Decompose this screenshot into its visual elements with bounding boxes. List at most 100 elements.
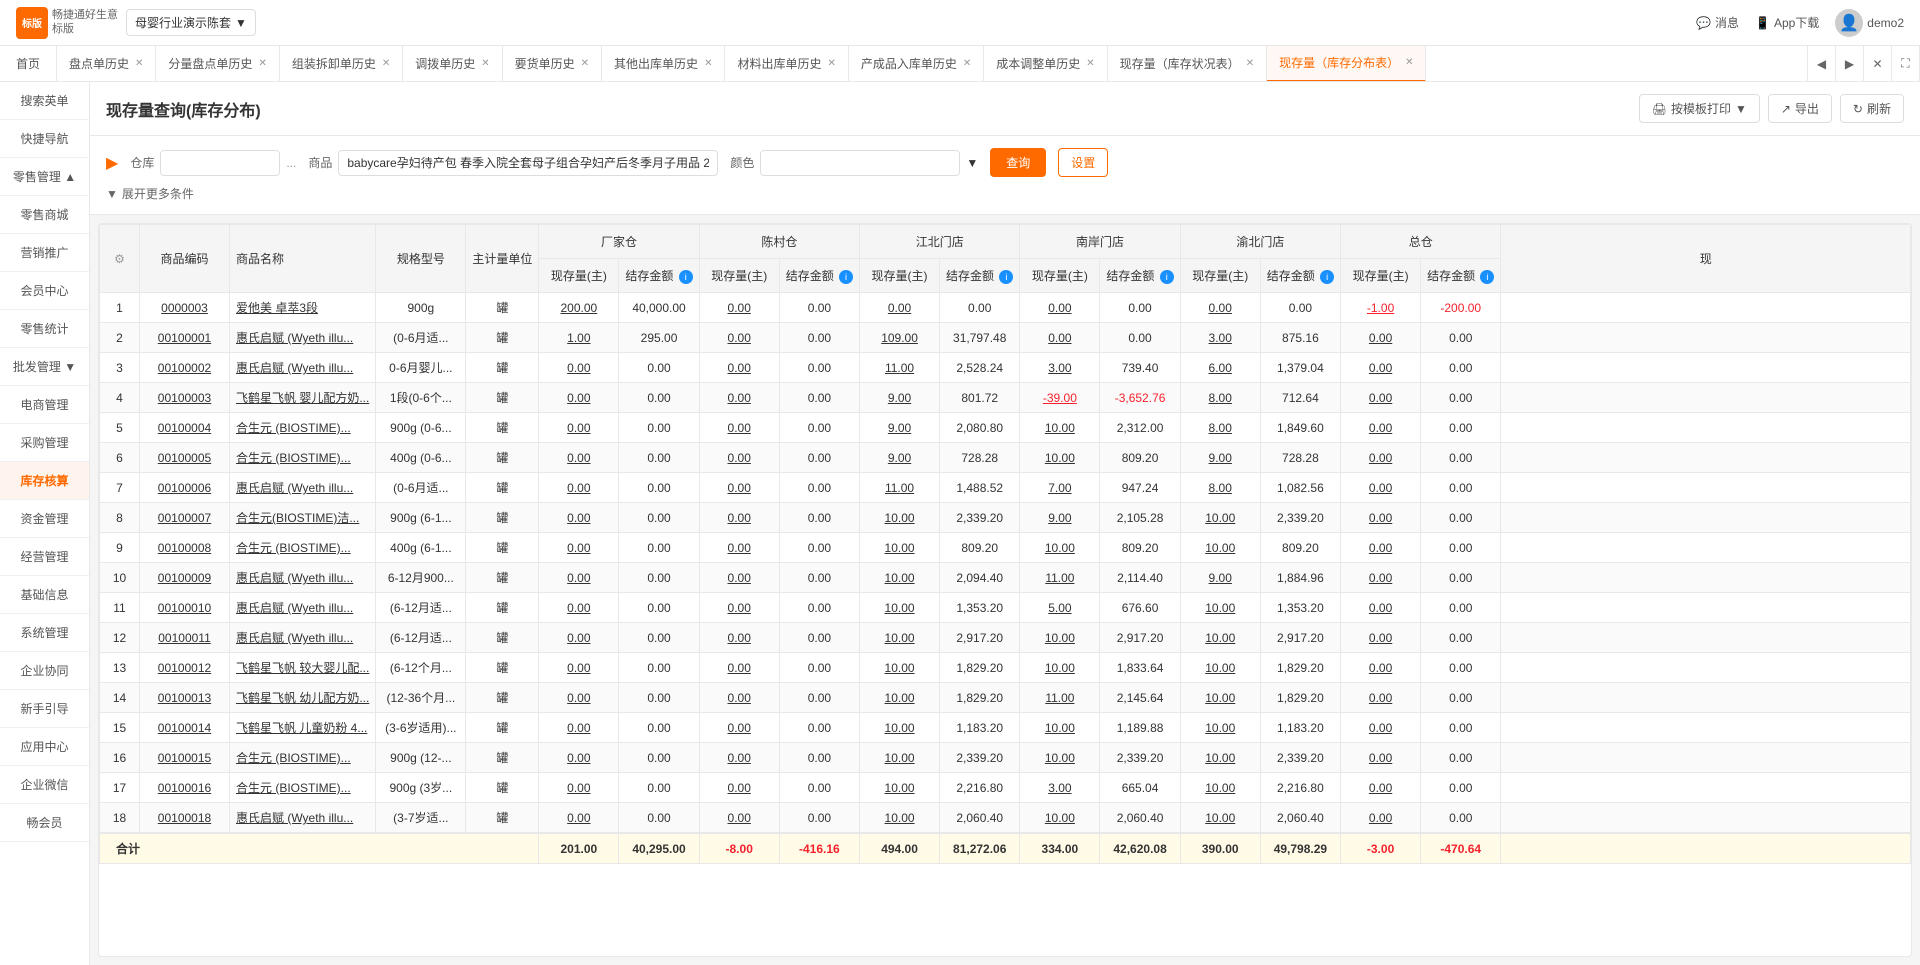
close-icon[interactable]: ✕ (1246, 58, 1254, 69)
cell-jb-stock[interactable]: 10.00 (860, 503, 940, 533)
refresh-btn[interactable]: ↻ 刷新 (1840, 94, 1904, 123)
cell-t-stock[interactable]: 0.00 (1341, 743, 1421, 773)
close-icon[interactable]: ✕ (704, 58, 712, 69)
tab-prev-btn[interactable]: ◀ (1808, 46, 1836, 82)
cell-c-stock[interactable]: 0.00 (699, 473, 779, 503)
cell-f-stock[interactable]: 0.00 (539, 653, 619, 683)
cell-yb-stock[interactable]: 9.00 (1180, 443, 1260, 473)
cell-name[interactable]: 惠氏启赋 (Wyeth illu... (230, 803, 376, 834)
cell-c-stock[interactable]: 0.00 (699, 383, 779, 413)
message-btn[interactable]: 💬 消息 (1696, 14, 1739, 31)
close-icon[interactable]: ✕ (581, 58, 589, 69)
cell-c-stock[interactable]: 0.00 (699, 443, 779, 473)
tab-fullscreen-btn[interactable]: ⛶ (1892, 46, 1920, 82)
cell-yb-stock[interactable]: 6.00 (1180, 353, 1260, 383)
cell-na-stock[interactable]: 11.00 (1020, 563, 1100, 593)
cell-yb-stock[interactable]: 10.00 (1180, 593, 1260, 623)
cell-jb-stock[interactable]: 10.00 (860, 803, 940, 834)
tab-pandian[interactable]: 盘点单历史 ✕ (57, 46, 156, 82)
cell-code[interactable]: 00100001 (140, 323, 230, 353)
cell-t-stock[interactable]: 0.00 (1341, 413, 1421, 443)
close-icon[interactable]: ✕ (258, 58, 266, 69)
warehouse-input[interactable] (160, 150, 280, 176)
cell-name[interactable]: 爱他美 卓萃3段 (230, 293, 376, 323)
tab-xiankufenbu[interactable]: 现存量（库存分布表） ✕ (1267, 46, 1426, 82)
tab-diaobo[interactable]: 调拨单历史 ✕ (403, 46, 502, 82)
tab-qitachuku[interactable]: 其他出库单历史 ✕ (602, 46, 725, 82)
cell-name[interactable]: 飞鹤星飞帆 儿童奶粉 4... (230, 713, 376, 743)
cell-t-stock[interactable]: 0.00 (1341, 593, 1421, 623)
cell-f-stock[interactable]: 0.00 (539, 353, 619, 383)
sidebar-item-inventory[interactable]: 库存核算 (0, 462, 89, 500)
cell-name[interactable]: 惠氏启赋 (Wyeth illu... (230, 623, 376, 653)
tab-zuzhuan[interactable]: 组装拆卸单历史 ✕ (280, 46, 403, 82)
cell-name[interactable]: 合生元 (BIOSTIME)... (230, 743, 376, 773)
cell-c-stock[interactable]: 0.00 (699, 803, 779, 834)
cell-name[interactable]: 惠氏启赋 (Wyeth illu... (230, 593, 376, 623)
close-icon[interactable]: ✕ (827, 58, 835, 69)
cell-code[interactable]: 00100015 (140, 743, 230, 773)
cell-f-stock[interactable]: 1.00 (539, 323, 619, 353)
cell-c-stock[interactable]: 0.00 (699, 563, 779, 593)
cell-yb-stock[interactable]: 3.00 (1180, 323, 1260, 353)
cell-name[interactable]: 飞鹤星飞帆 幼儿配方奶... (230, 683, 376, 713)
sidebar-item-retail-stat[interactable]: 零售统计 (0, 310, 89, 348)
cell-jb-stock[interactable]: 10.00 (860, 773, 940, 803)
sidebar-item-ecommerce[interactable]: 电商管理 (0, 386, 89, 424)
cell-t-stock[interactable]: 0.00 (1341, 323, 1421, 353)
cell-f-stock[interactable]: 0.00 (539, 683, 619, 713)
query-btn[interactable]: 查询 (990, 148, 1046, 177)
cell-code[interactable]: 00100002 (140, 353, 230, 383)
close-icon[interactable]: ✕ (481, 58, 489, 69)
cell-f-stock[interactable]: 0.00 (539, 773, 619, 803)
cell-t-stock[interactable]: 0.00 (1341, 623, 1421, 653)
cell-code[interactable]: 00100007 (140, 503, 230, 533)
cell-yb-stock[interactable]: 8.00 (1180, 473, 1260, 503)
info-icon[interactable]: i (679, 270, 693, 284)
cell-c-stock[interactable]: 0.00 (699, 773, 779, 803)
cell-jb-stock[interactable]: 109.00 (860, 323, 940, 353)
cell-name[interactable]: 惠氏启赋 (Wyeth illu... (230, 473, 376, 503)
cell-name[interactable]: 合生元(BIOSTIME)洁... (230, 503, 376, 533)
cell-f-stock[interactable]: 0.00 (539, 623, 619, 653)
cell-na-stock[interactable]: 11.00 (1020, 683, 1100, 713)
cell-code[interactable]: 00100012 (140, 653, 230, 683)
info-icon[interactable]: i (999, 270, 1013, 284)
cell-name[interactable]: 合生元 (BIOSTIME)... (230, 413, 376, 443)
sidebar-item-operations[interactable]: 经营管理 (0, 538, 89, 576)
cell-jb-stock[interactable]: 10.00 (860, 653, 940, 683)
cell-code[interactable]: 00100010 (140, 593, 230, 623)
cell-c-stock[interactable]: 0.00 (699, 713, 779, 743)
tab-xiankunzhuang[interactable]: 现存量（库存状况表） ✕ (1108, 46, 1267, 82)
cell-c-stock[interactable]: 0.00 (699, 653, 779, 683)
close-icon[interactable]: ✕ (1086, 58, 1094, 69)
cell-jb-stock[interactable]: 10.00 (860, 683, 940, 713)
sidebar-item-guide[interactable]: 新手引导 (0, 690, 89, 728)
info-icon[interactable]: i (839, 270, 853, 284)
expand-arrow[interactable]: ▶ (106, 153, 118, 173)
cell-t-stock[interactable]: 0.00 (1341, 683, 1421, 713)
close-icon[interactable]: ✕ (963, 58, 971, 69)
sidebar-item-nav[interactable]: 快捷导航 (0, 120, 89, 158)
cell-f-stock[interactable]: 0.00 (539, 503, 619, 533)
cell-jb-stock[interactable]: 10.00 (860, 593, 940, 623)
user-area[interactable]: 👤 demo2 (1835, 9, 1904, 37)
cell-c-stock[interactable]: 0.00 (699, 293, 779, 323)
cell-f-stock[interactable]: 0.00 (539, 803, 619, 834)
close-icon[interactable]: ✕ (1405, 57, 1413, 68)
cell-name[interactable]: 飞鹤星飞帆 较大婴儿配... (230, 653, 376, 683)
cell-t-stock[interactable]: 0.00 (1341, 353, 1421, 383)
info-icon[interactable]: i (1160, 270, 1174, 284)
cell-f-stock[interactable]: 0.00 (539, 713, 619, 743)
sidebar-item-wholesale[interactable]: 批发管理 ▼ (0, 348, 89, 386)
cell-yb-stock[interactable]: 9.00 (1180, 563, 1260, 593)
tab-chanchengruku[interactable]: 产成品入库单历史 ✕ (849, 46, 984, 82)
cell-code[interactable]: 00100018 (140, 803, 230, 834)
cell-t-stock[interactable]: 0.00 (1341, 773, 1421, 803)
sidebar-item-purchase[interactable]: 采购管理 (0, 424, 89, 462)
cell-t-stock[interactable]: 0.00 (1341, 473, 1421, 503)
cell-name[interactable]: 惠氏启赋 (Wyeth illu... (230, 323, 376, 353)
info-icon[interactable]: i (1480, 270, 1494, 284)
cell-na-stock[interactable]: 7.00 (1020, 473, 1100, 503)
th-gear[interactable]: ⚙ (100, 225, 140, 293)
